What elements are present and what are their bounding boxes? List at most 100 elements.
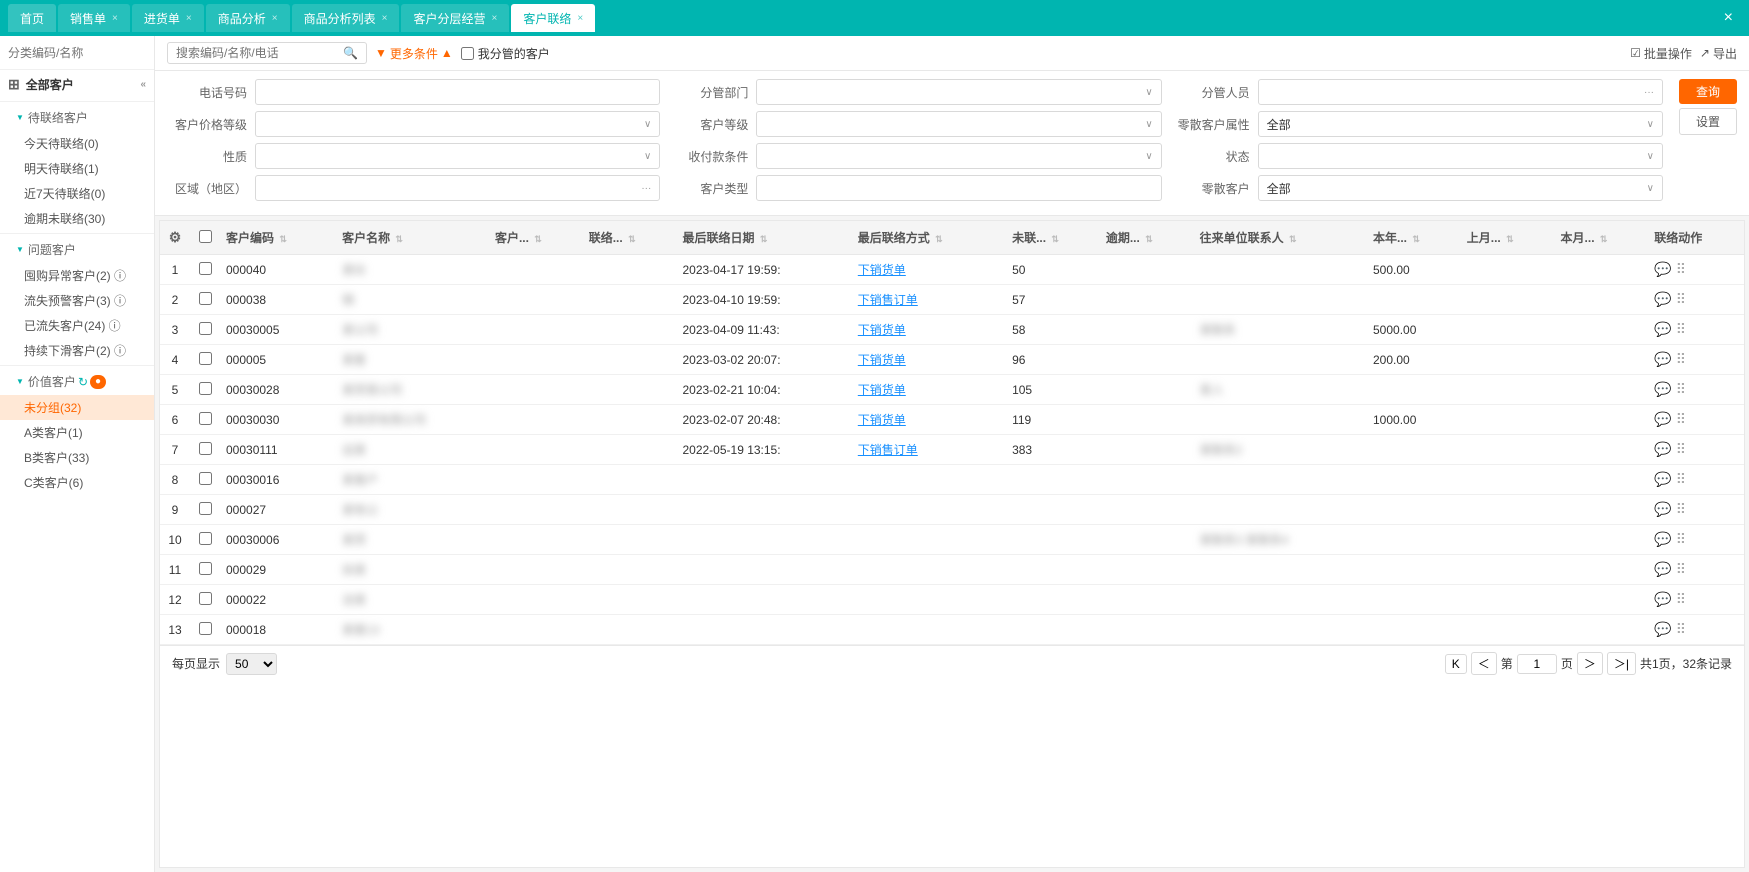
last-page-btn[interactable]: ＞|	[1607, 652, 1636, 675]
my-customers-check[interactable]	[461, 47, 474, 60]
filter-select-scatter-cust[interactable]: 全部 ∨	[1258, 175, 1663, 201]
contact-icon[interactable]: 💬	[1654, 561, 1671, 578]
more-action-icon[interactable]: ⠿	[1676, 561, 1686, 578]
row-checkbox-9[interactable]	[199, 532, 212, 545]
sidebar-collapse-icon[interactable]: «	[140, 79, 146, 90]
close-tab-customer-contact[interactable]: ×	[577, 13, 583, 24]
row-checkbox-8[interactable]	[199, 502, 212, 515]
close-tab-customer-segment[interactable]: ×	[491, 13, 497, 24]
sort-this-year-icon[interactable]: ⇅	[1412, 234, 1420, 244]
filter-select-region[interactable]: ···	[255, 175, 660, 201]
filter-search-icon[interactable]: 🔍	[343, 46, 358, 60]
sidebar-search-input[interactable]	[8, 46, 155, 60]
last-way-link[interactable]: 下销货单	[858, 323, 906, 337]
more-action-icon[interactable]: ⠿	[1676, 621, 1686, 638]
contact-icon[interactable]: 💬	[1654, 471, 1671, 488]
contact-icon[interactable]: 💬	[1654, 591, 1671, 608]
sort-name-icon[interactable]: ⇅	[395, 234, 403, 244]
filter-select-cust-level[interactable]: ∨	[756, 111, 1161, 137]
last-way-link[interactable]: 下销货单	[858, 383, 906, 397]
filter-select-status[interactable]: ∨	[1258, 143, 1663, 169]
sort-last-date-icon[interactable]: ⇅	[760, 234, 768, 244]
contact-icon[interactable]: 💬	[1654, 291, 1671, 308]
settings-icon[interactable]: ⚙	[169, 229, 182, 245]
sidebar-item-declining[interactable]: 持续下滑客户(2) ⓘ	[0, 338, 154, 363]
more-action-icon[interactable]: ⠿	[1676, 381, 1686, 398]
sidebar-item-churn-warning[interactable]: 流失预警客户(3) ⓘ	[0, 288, 154, 313]
contact-icon[interactable]: 💬	[1654, 261, 1671, 278]
contact-icon[interactable]: 💬	[1654, 411, 1671, 428]
row-checkbox-12[interactable]	[199, 622, 212, 635]
row-checkbox-7[interactable]	[199, 472, 212, 485]
contact-icon[interactable]: 💬	[1654, 621, 1671, 638]
tab-home[interactable]: 首页	[8, 4, 56, 32]
more-action-icon[interactable]: ⠿	[1676, 261, 1686, 278]
contact-icon[interactable]: 💬	[1654, 381, 1671, 398]
last-way-link[interactable]: 下销售订单	[858, 293, 918, 307]
filter-input-phone[interactable]	[255, 79, 660, 105]
prev-page-btn[interactable]: ＜	[1471, 652, 1497, 675]
more-action-icon[interactable]: ⠿	[1676, 471, 1686, 488]
close-all-btn[interactable]: ×	[1716, 9, 1741, 27]
my-customers-checkbox[interactable]: 我分管的客户	[461, 45, 550, 62]
tab-customer-contact[interactable]: 客户联络 ×	[511, 4, 595, 32]
sort-last-month-icon[interactable]: ⇅	[1506, 234, 1514, 244]
contact-icon[interactable]: 💬	[1654, 531, 1671, 548]
more-action-icon[interactable]: ⠿	[1676, 351, 1686, 368]
last-way-link[interactable]: 下销售订单	[858, 443, 918, 457]
sort-this-month-icon[interactable]: ⇅	[1600, 234, 1608, 244]
close-tab-product-analysis[interactable]: ×	[272, 13, 278, 24]
tab-sales-order[interactable]: 销售单 ×	[58, 4, 130, 32]
refresh-icon[interactable]: ↻	[78, 375, 88, 389]
sidebar-item-overdue[interactable]: 逾期未联络(30)	[0, 206, 154, 231]
row-checkbox-6[interactable]	[199, 442, 212, 455]
row-checkbox-4[interactable]	[199, 382, 212, 395]
filter-search-input[interactable]	[176, 46, 339, 60]
tab-product-analysis-list[interactable]: 商品分析列表 ×	[292, 4, 400, 32]
sidebar-section-pending[interactable]: ▼ 待联络客户	[0, 104, 154, 131]
sort-contact-icon[interactable]: ⇅	[628, 234, 636, 244]
filter-select-payment[interactable]: ∨	[756, 143, 1161, 169]
sidebar-all-customers[interactable]: ⊞ 全部客户 «	[0, 70, 154, 99]
tab-purchase-order[interactable]: 进货单 ×	[132, 4, 204, 32]
filter-select-price-level[interactable]: ∨	[255, 111, 660, 137]
sidebar-item-abnormal[interactable]: 囤购异常客户(2) ⓘ	[0, 263, 154, 288]
row-checkbox-1[interactable]	[199, 292, 212, 305]
tab-customer-segment[interactable]: 客户分层经营 ×	[401, 4, 509, 32]
contact-icon[interactable]: 💬	[1654, 351, 1671, 368]
more-action-icon[interactable]: ⠿	[1676, 501, 1686, 518]
contact-icon[interactable]: 💬	[1654, 501, 1671, 518]
contact-icon[interactable]: 💬	[1654, 321, 1671, 338]
sidebar-item-a-class[interactable]: A类客户(1)	[0, 420, 154, 445]
sort-not-contacted-icon[interactable]: ⇅	[1051, 234, 1059, 244]
row-checkbox-5[interactable]	[199, 412, 212, 425]
sidebar-item-churned[interactable]: 已流失客户(24) ⓘ	[0, 313, 154, 338]
row-checkbox-3[interactable]	[199, 352, 212, 365]
row-checkbox-2[interactable]	[199, 322, 212, 335]
more-action-icon[interactable]: ⠿	[1676, 291, 1686, 308]
row-checkbox-10[interactable]	[199, 562, 212, 575]
last-way-link[interactable]: 下销货单	[858, 353, 906, 367]
first-page-btn[interactable]: K	[1445, 654, 1467, 674]
filter-select-cust-type[interactable]	[756, 175, 1161, 201]
close-tab-product-analysis-list[interactable]: ×	[382, 13, 388, 24]
row-checkbox-11[interactable]	[199, 592, 212, 605]
sidebar-section-value[interactable]: ▼ 价值客户 ↻ ●	[0, 368, 154, 395]
tab-product-analysis[interactable]: 商品分析 ×	[206, 4, 290, 32]
select-all-checkbox[interactable]	[199, 230, 212, 243]
row-checkbox-0[interactable]	[199, 262, 212, 275]
reset-btn[interactable]: 设置	[1679, 108, 1737, 135]
query-btn[interactable]: 查询	[1679, 79, 1737, 104]
sort-last-way-icon[interactable]: ⇅	[935, 234, 943, 244]
current-page-input[interactable]	[1517, 654, 1557, 674]
last-way-link[interactable]: 下销货单	[858, 263, 906, 277]
more-action-icon[interactable]: ⠿	[1676, 441, 1686, 458]
sidebar-item-ungrouped[interactable]: 未分组(32)	[0, 395, 154, 420]
filter-select-dept[interactable]: ∨	[756, 79, 1161, 105]
sidebar-item-b-class[interactable]: B类客户(33)	[0, 445, 154, 470]
sidebar-item-tomorrow[interactable]: 明天待联络(1)	[0, 156, 154, 181]
more-action-icon[interactable]: ⠿	[1676, 591, 1686, 608]
next-page-btn[interactable]: ＞	[1577, 652, 1603, 675]
close-tab-sales-order[interactable]: ×	[112, 13, 118, 24]
sidebar-section-problem[interactable]: ▼ 问题客户	[0, 236, 154, 263]
